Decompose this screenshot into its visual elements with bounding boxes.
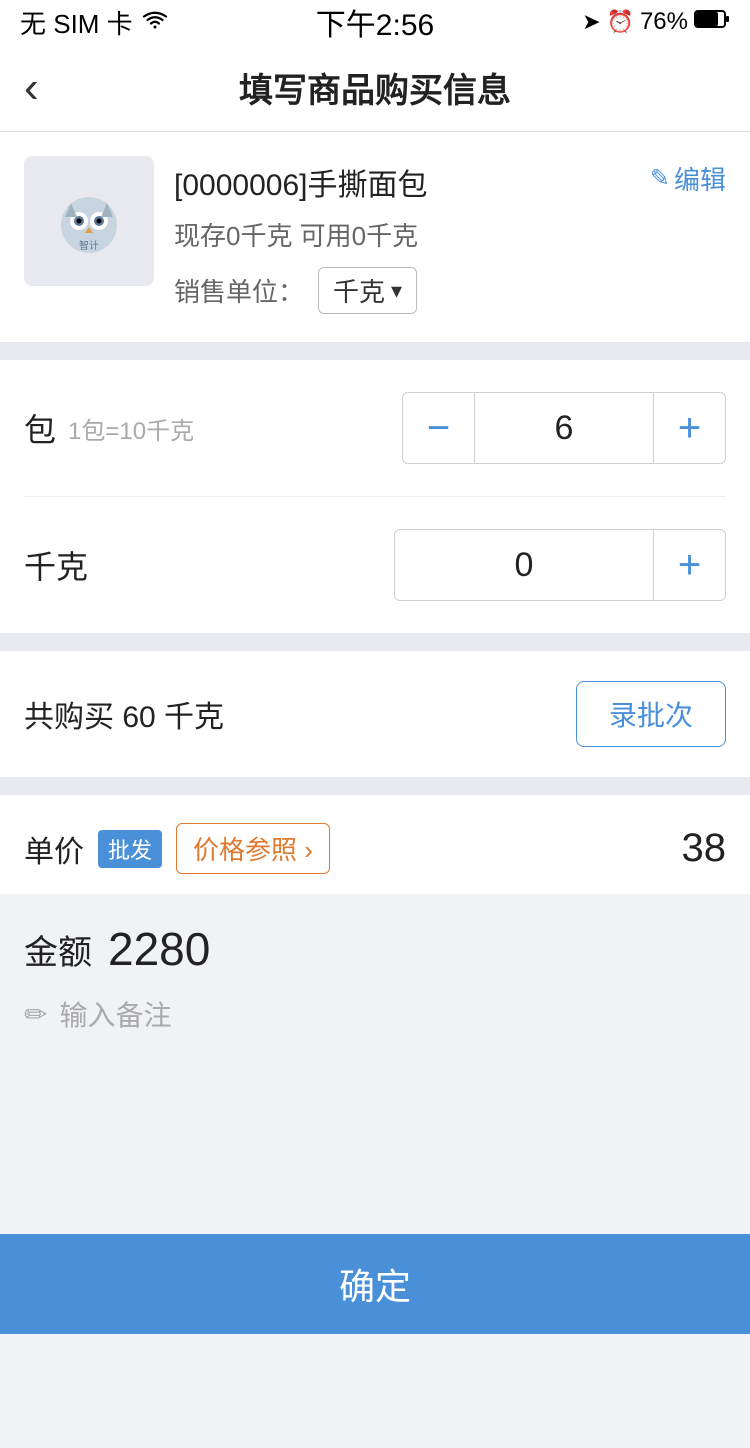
price-label: 单价 [24,827,84,871]
batch-btn-label: 录批次 [609,700,693,731]
status-bar: 无 SIM 卡 下午2:56 ➤ ⏰ 76% [0,0,750,44]
bag-qty-input[interactable]: 6 [474,392,654,464]
summary-text: 共购买 60 千克 [24,692,224,736]
unit-value: 千克 [333,272,385,309]
note-row[interactable]: ✏ 输入备注 [24,994,726,1034]
divider-3 [0,777,750,795]
product-stock: 现存0千克 可用0千克 [174,216,726,253]
price-ref-button[interactable]: 价格参照 › [176,823,330,874]
price-section: 单价 批发 价格参照 › 38 [0,795,750,894]
bag-qty-value: 6 [555,409,574,448]
bag-qty-control: − 6 + [402,392,726,464]
price-row: 单价 批发 价格参照 › 38 [24,823,726,874]
summary-section: 共购买 60 千克 录批次 [0,651,750,777]
pencil-icon: ✏ [24,998,47,1031]
price-ref-label: 价格参照 › [193,830,313,867]
plus-icon: + [678,406,701,451]
kg-qty-control: 0 + [394,529,726,601]
confirm-btn-label: 确定 [339,1258,411,1310]
batch-button[interactable]: 录批次 [576,681,726,747]
product-unit-row: 销售单位： 千克 ▾ [174,267,726,314]
input-section: 包 1包=10千克 − 6 + 千克 0 + [0,360,750,633]
unit-label: 销售单位： [174,272,304,309]
batch-tag: 批发 [98,830,162,868]
minus-icon: − [427,406,450,451]
back-icon: ‹ [24,63,39,112]
product-info: [0000006]手撕面包 ✎ 编辑 现存0千克 可用0千克 销售单位： 千克 … [174,156,726,314]
status-time: 下午2:56 [316,0,434,44]
bag-hint: 1包=10千克 [68,411,194,446]
bag-label-group: 包 1包=10千克 [24,405,194,451]
battery-percent: 76% [640,8,688,36]
bag-plus-button[interactable]: + [654,392,726,464]
status-right: ➤ ⏰ 76% [582,8,730,36]
kg-label-group: 千克 [24,542,88,588]
unit-select[interactable]: 千克 ▾ [318,267,417,314]
price-label-group: 单价 批发 价格参照 › [24,823,330,874]
amount-row: 金额 2280 [24,922,726,976]
note-label: 输入备注 [59,994,171,1034]
kg-qty-input[interactable]: 0 [394,529,654,601]
kg-input-row: 千克 0 + [24,497,726,633]
kg-label: 千克 [24,542,88,588]
chevron-down-icon: ▾ [391,278,402,304]
edit-icon: ✎ [650,164,670,193]
bag-minus-button[interactable]: − [402,392,474,464]
product-name: [0000006]手撕面包 [174,160,427,204]
edit-button[interactable]: ✎ 编辑 [650,160,726,197]
alarm-icon: ⏰ [607,9,634,35]
price-value: 38 [682,826,727,871]
amount-section: 金额 2280 ✏ 输入备注 [0,894,750,1048]
bag-input-row: 包 1包=10千克 − 6 + [24,360,726,497]
confirm-button[interactable]: 确定 [0,1234,750,1334]
divider-1 [0,342,750,360]
plus-icon-kg: + [678,543,701,588]
back-button[interactable]: ‹ [24,63,39,113]
bag-label: 包 [24,405,56,451]
page-title: 填写商品购买信息 [239,63,511,112]
amount-value: 2280 [108,922,210,976]
no-sim-text: 无 SIM 卡 [20,4,133,41]
amount-label: 金额 [24,925,92,974]
battery-icon [694,8,730,36]
svg-text:智计: 智计 [79,239,99,252]
product-card: 智计 [0000006]手撕面包 ✎ 编辑 现存0千克 可用0千克 销售单位： … [0,132,750,342]
wifi-icon [141,7,169,38]
kg-plus-button[interactable]: + [654,529,726,601]
product-image: 智计 [24,156,154,286]
divider-2 [0,633,750,651]
status-left: 无 SIM 卡 [20,4,169,41]
location-icon: ➤ [582,9,600,35]
product-header: [0000006]手撕面包 ✎ 编辑 [174,160,726,204]
kg-qty-value: 0 [515,546,534,585]
nav-bar: ‹ 填写商品购买信息 [0,44,750,132]
edit-label: 编辑 [674,160,726,197]
